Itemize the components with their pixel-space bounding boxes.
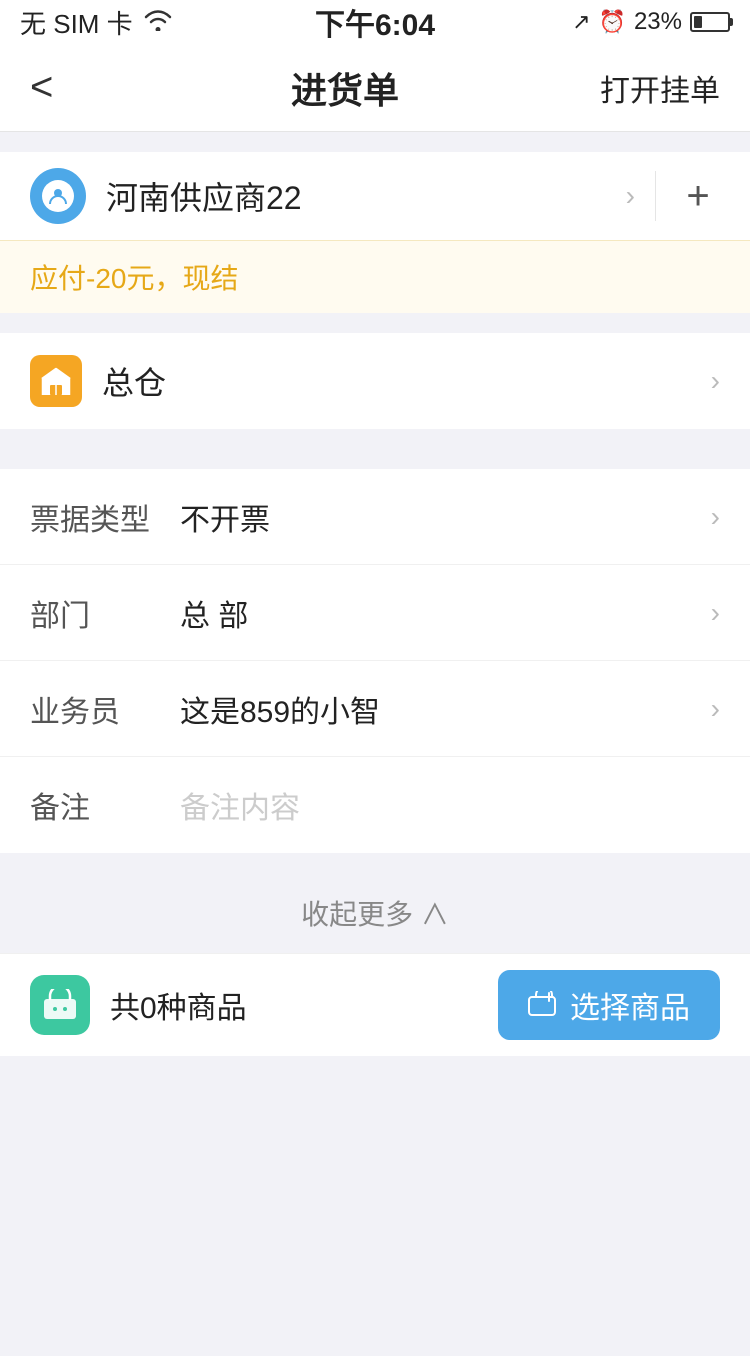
open-pending-button[interactable]: 打开挂单 xyxy=(600,66,720,110)
status-bar: 无 SIM 卡 下午6:04 ↗ ⏰ 23% xyxy=(0,0,750,44)
supplier-chevron-icon: › xyxy=(626,180,635,212)
warehouse-icon xyxy=(30,355,82,407)
notice-bar: 应付-20元，现结 xyxy=(0,240,750,313)
battery-icon xyxy=(690,12,730,32)
cart-icon xyxy=(528,991,560,1019)
salesperson-row[interactable]: 业务员 这是859的小智 › xyxy=(0,661,750,757)
department-chevron-icon: › xyxy=(711,597,720,629)
product-count: 共0种商品 xyxy=(110,983,498,1027)
carrier-label: 无 SIM 卡 xyxy=(20,4,133,41)
status-left: 无 SIM 卡 xyxy=(20,4,173,41)
page-background xyxy=(0,1056,750,1356)
supplier-section: 河南供应商22 › + 应付-20元，现结 xyxy=(0,152,750,313)
back-button[interactable]: < xyxy=(30,65,90,110)
invoice-chevron-icon: › xyxy=(711,501,720,533)
invoice-row[interactable]: 票据类型 不开票 › xyxy=(0,469,750,565)
remark-label: 备注 xyxy=(30,783,160,827)
remark-row[interactable]: 备注 备注内容 xyxy=(0,757,750,853)
collapse-label: 收起更多 ∧ xyxy=(301,893,449,933)
collapse-toggle[interactable]: 收起更多 ∧ xyxy=(0,873,750,953)
department-value: 总 部 xyxy=(160,591,701,635)
supplier-avatar xyxy=(30,168,86,224)
page-title: 进货单 xyxy=(291,62,399,114)
salesperson-label: 业务员 xyxy=(30,687,160,731)
invoice-value: 不开票 xyxy=(160,495,701,539)
department-label: 部门 xyxy=(30,591,160,635)
salesperson-chevron-icon: › xyxy=(711,693,720,725)
salesperson-value: 这是859的小智 xyxy=(160,687,701,731)
status-time: 下午6:04 xyxy=(315,0,435,44)
warehouse-section: 总仓 › xyxy=(0,333,750,429)
gap-3 xyxy=(0,429,750,449)
add-supplier-button[interactable]: + xyxy=(676,174,720,219)
nav-bar: < 进货单 打开挂单 xyxy=(0,44,750,132)
avatar-inner xyxy=(42,180,74,212)
form-section: 票据类型 不开票 › 部门 总 部 › 业务员 这是859的小智 › 备注 备注… xyxy=(0,469,750,853)
supplier-row[interactable]: 河南供应商22 › + xyxy=(0,152,750,240)
gap-2 xyxy=(0,313,750,333)
warehouse-name: 总仓 xyxy=(102,358,701,404)
warehouse-chevron-icon: › xyxy=(711,365,720,397)
gap-1 xyxy=(0,132,750,152)
status-right: ↗ ⏰ 23% xyxy=(572,8,730,36)
invoice-label: 票据类型 xyxy=(30,495,160,539)
supplier-name: 河南供应商22 xyxy=(106,173,626,219)
bottom-bar: 共0种商品 选择商品 xyxy=(0,953,750,1056)
location-icon: ↗ xyxy=(572,9,590,35)
wifi-icon xyxy=(143,7,173,38)
vertical-divider xyxy=(655,171,656,221)
select-product-label: 选择商品 xyxy=(570,983,690,1027)
warehouse-row[interactable]: 总仓 › xyxy=(0,333,750,429)
remark-input[interactable]: 备注内容 xyxy=(160,783,720,827)
department-row[interactable]: 部门 总 部 › xyxy=(0,565,750,661)
battery-percent: 23% xyxy=(634,8,682,36)
select-product-button[interactable]: 选择商品 xyxy=(498,970,720,1040)
notice-text: 应付-20元，现结 xyxy=(30,263,238,294)
alarm-icon: ⏰ xyxy=(599,9,626,35)
product-icon xyxy=(30,975,90,1035)
